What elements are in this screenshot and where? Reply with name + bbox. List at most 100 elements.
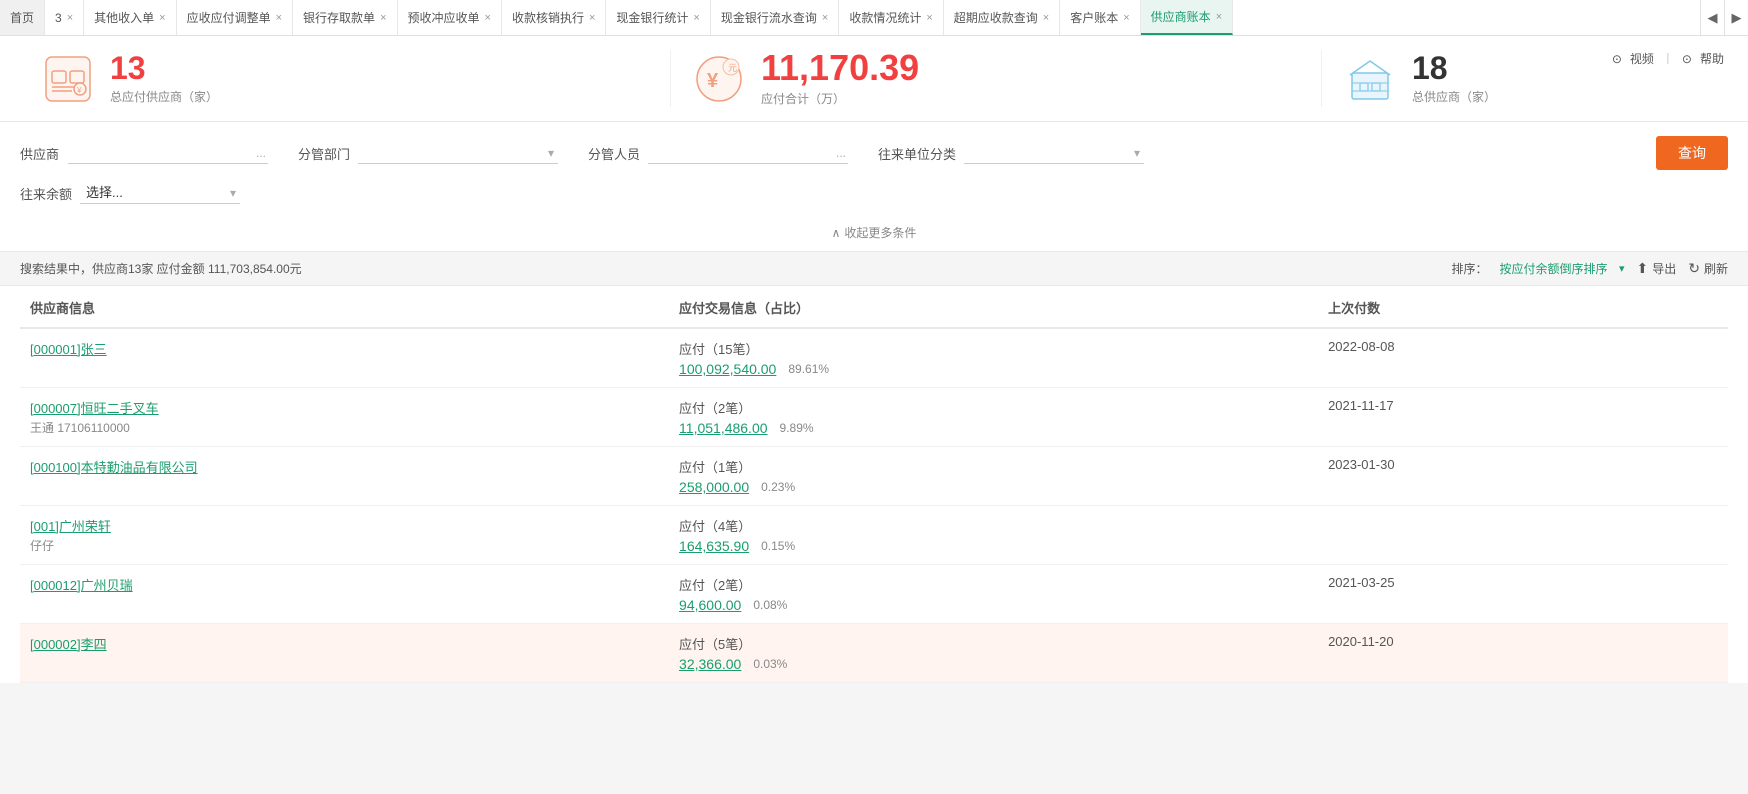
supplier-info-cell: [000012]广州贝瑞 (20, 565, 669, 624)
sort-select[interactable]: 按应付余额倒序排序 按应付余额升序排序 (1500, 262, 1625, 276)
supplier-input[interactable] (68, 142, 268, 164)
results-actions: 排序： 按应付余额倒序排序 按应付余额升序排序 ▾ ⬆ 导出 ↻ 刷新 (1451, 260, 1728, 277)
nav-tab-receipt-stat[interactable]: 收款情况统计× (839, 0, 943, 35)
close-tab-bank-deposit-icon[interactable]: × (380, 12, 386, 24)
unit-category-select[interactable] (964, 142, 1144, 164)
tx-percent: 89.61% (788, 362, 829, 376)
help-link[interactable]: 帮助 (1700, 50, 1724, 67)
supplier-link[interactable]: [000007]恒旺二手叉车 (30, 401, 159, 416)
nav-tab-ar-ap-adjust[interactable]: 应收应付调整单× (177, 0, 293, 35)
export-icon: ⬆ (1637, 260, 1649, 277)
table-row: [000001]张三应付（15笔）100,092,540.0089.61%202… (20, 328, 1728, 388)
tx-amount[interactable]: 32,366.00 (679, 656, 741, 672)
tx-type-label: 应付 (679, 342, 705, 357)
nav-tab-home[interactable]: 首页 (0, 0, 45, 35)
tx-amount-line: 32,366.00 0.03% (679, 656, 1308, 672)
svg-text:元: 元 (728, 63, 737, 73)
supplier-info-cell: [000002]李四 (20, 624, 669, 683)
supplier-link[interactable]: [000100]本特勤油品有限公司 (30, 460, 198, 475)
close-tab-overdue-query-icon[interactable]: × (1043, 12, 1049, 24)
tx-count: （1笔） (705, 460, 751, 475)
tx-amount-line: 11,051,486.009.89% (679, 420, 1308, 436)
department-select-wrap: ▾ (358, 142, 558, 164)
export-button[interactable]: ⬆ 导出 (1637, 260, 1677, 277)
tx-count: （15笔） (705, 342, 758, 357)
person-input-wrap: ... (648, 142, 848, 164)
tx-amount[interactable]: 164,635.90 (679, 538, 749, 554)
nav-tab-receipt-verify[interactable]: 收款核销执行× (502, 0, 606, 35)
help-circle-icon: ⊙ (1682, 52, 1692, 66)
nav-tab-prepay-ar[interactable]: 预收冲应收单× (398, 0, 502, 35)
supplier-link[interactable]: [000001]张三 (30, 342, 107, 357)
amount-icon: ¥ 元 (691, 51, 747, 107)
balance-select[interactable]: 选择... (80, 182, 240, 204)
nav-prev-arrow[interactable]: ◀ (1700, 0, 1724, 35)
supplier-input-wrap: ... (68, 142, 268, 164)
top-right-links: ⊙ 视频 丨 ⊙ 帮助 (1608, 50, 1728, 67)
nav-next-arrow[interactable]: ▶ (1724, 0, 1748, 35)
nav-tab-bank-deposit[interactable]: 银行存取款单× (293, 0, 397, 35)
last-payment-date: 2021-11-17 (1328, 398, 1394, 413)
close-tab-ar-ap-adjust-icon[interactable]: × (276, 12, 282, 24)
refresh-button[interactable]: ↻ 刷新 (1688, 260, 1728, 277)
tx-type-label: 应付 (679, 637, 705, 652)
close-tab-supplier-ledger-icon[interactable]: × (1216, 11, 1222, 23)
last-payment-cell (1318, 506, 1728, 565)
close-tab-other-income-icon[interactable]: × (159, 12, 165, 24)
close-tab-receipt-stat-icon[interactable]: × (926, 12, 932, 24)
tx-info-cell: 应付（2笔）94,600.000.08% (669, 565, 1318, 624)
last-payment-date: 2021-03-25 (1328, 575, 1395, 590)
search-row-1: 供应商 ... 分管部门 ▾ 分管人员 ... (20, 136, 1728, 170)
close-tab-cash-bank-stat-icon[interactable]: × (693, 12, 699, 24)
close-tab-tab3-icon[interactable]: × (67, 12, 73, 24)
tx-amount[interactable]: 258,000.00 (679, 479, 749, 495)
nav-tab-customer-ledger[interactable]: 客户账本× (1060, 0, 1140, 35)
tx-info-cell: 应付（4笔）164,635.900.15% (669, 506, 1318, 565)
tx-count: （2笔） (705, 578, 751, 593)
tx-type-label: 应付 (679, 578, 705, 593)
nav-tab-other-income[interactable]: 其他收入单× (84, 0, 176, 35)
supplier-link[interactable]: [001]广州荣轩 (30, 519, 111, 534)
table-row: [000012]广州贝瑞应付（2笔）94,600.000.08%2021-03-… (20, 565, 1728, 624)
stat-total-payable-amount: ¥ 元 11,170.39 应付合计（万） (671, 50, 1322, 107)
query-button[interactable]: 查询 (1656, 136, 1728, 170)
last-payment-cell: 2021-11-17 (1318, 388, 1728, 447)
tx-percent: 0.03% (753, 657, 787, 671)
person-input[interactable] (648, 142, 848, 164)
nav-tab-supplier-ledger[interactable]: 供应商账本× (1141, 0, 1233, 35)
tx-info-cell: 应付（2笔） 11,051,486.009.89% (669, 388, 1318, 447)
tx-amount[interactable]: 11,051,486.00 (679, 420, 768, 436)
supplier-info-cell: [001]广州荣轩仔仔 (20, 506, 669, 565)
tx-amount[interactable]: 94,600.00 (679, 597, 741, 613)
sort-label: 排序： (1451, 260, 1487, 277)
close-tab-prepay-ar-icon[interactable]: × (485, 12, 491, 24)
department-label: 分管部门 (298, 144, 350, 163)
results-summary: 搜索结果中，供应商13家 应付金额 111,703,854.00元 (20, 260, 302, 277)
unit-category-field: 往来单位分类 ▾ (878, 142, 1144, 164)
nav-tab-overdue-query[interactable]: 超期应收款查询× (944, 0, 1060, 35)
tx-label-line: 应付（2笔） (679, 398, 1308, 417)
person-label: 分管人员 (588, 144, 640, 163)
tx-amount[interactable]: 100,092,540.00 (679, 361, 776, 377)
department-select[interactable] (358, 142, 558, 164)
balance-label: 往来余额 (20, 184, 72, 203)
close-tab-receipt-verify-icon[interactable]: × (589, 12, 595, 24)
person-field: 分管人员 ... (588, 142, 848, 164)
supplier-icon: ¥ (40, 51, 96, 107)
supplier-link[interactable]: [000002]李四 (30, 637, 107, 652)
export-label: 导出 (1652, 260, 1676, 277)
close-tab-customer-ledger-icon[interactable]: × (1123, 12, 1129, 24)
nav-tab-cash-bank-stat[interactable]: 现金银行统计× (606, 0, 710, 35)
supplier-link[interactable]: [000012]广州贝瑞 (30, 578, 133, 593)
tx-label-line: 应付（2笔） (679, 575, 1308, 594)
nav-tab-cash-flow-query[interactable]: 现金银行流水查询× (711, 0, 839, 35)
stat-total-payable-suppliers: ¥ 13 总应付供应商（家） (20, 50, 671, 107)
close-tab-cash-flow-query-icon[interactable]: × (822, 12, 828, 24)
supplier-field: 供应商 ... (20, 142, 268, 164)
nav-tab-tab3[interactable]: 3× (45, 0, 84, 35)
last-payment-date: 2020-11-20 (1328, 634, 1394, 649)
tx-info-cell: 应付（15笔） 100,092,540.00 89.61% (669, 328, 1318, 388)
collapse-button[interactable]: ∧ 收起更多条件 (832, 224, 917, 241)
col-last-payment: 上次付数 (1318, 286, 1728, 328)
video-link[interactable]: 视频 (1630, 50, 1654, 67)
